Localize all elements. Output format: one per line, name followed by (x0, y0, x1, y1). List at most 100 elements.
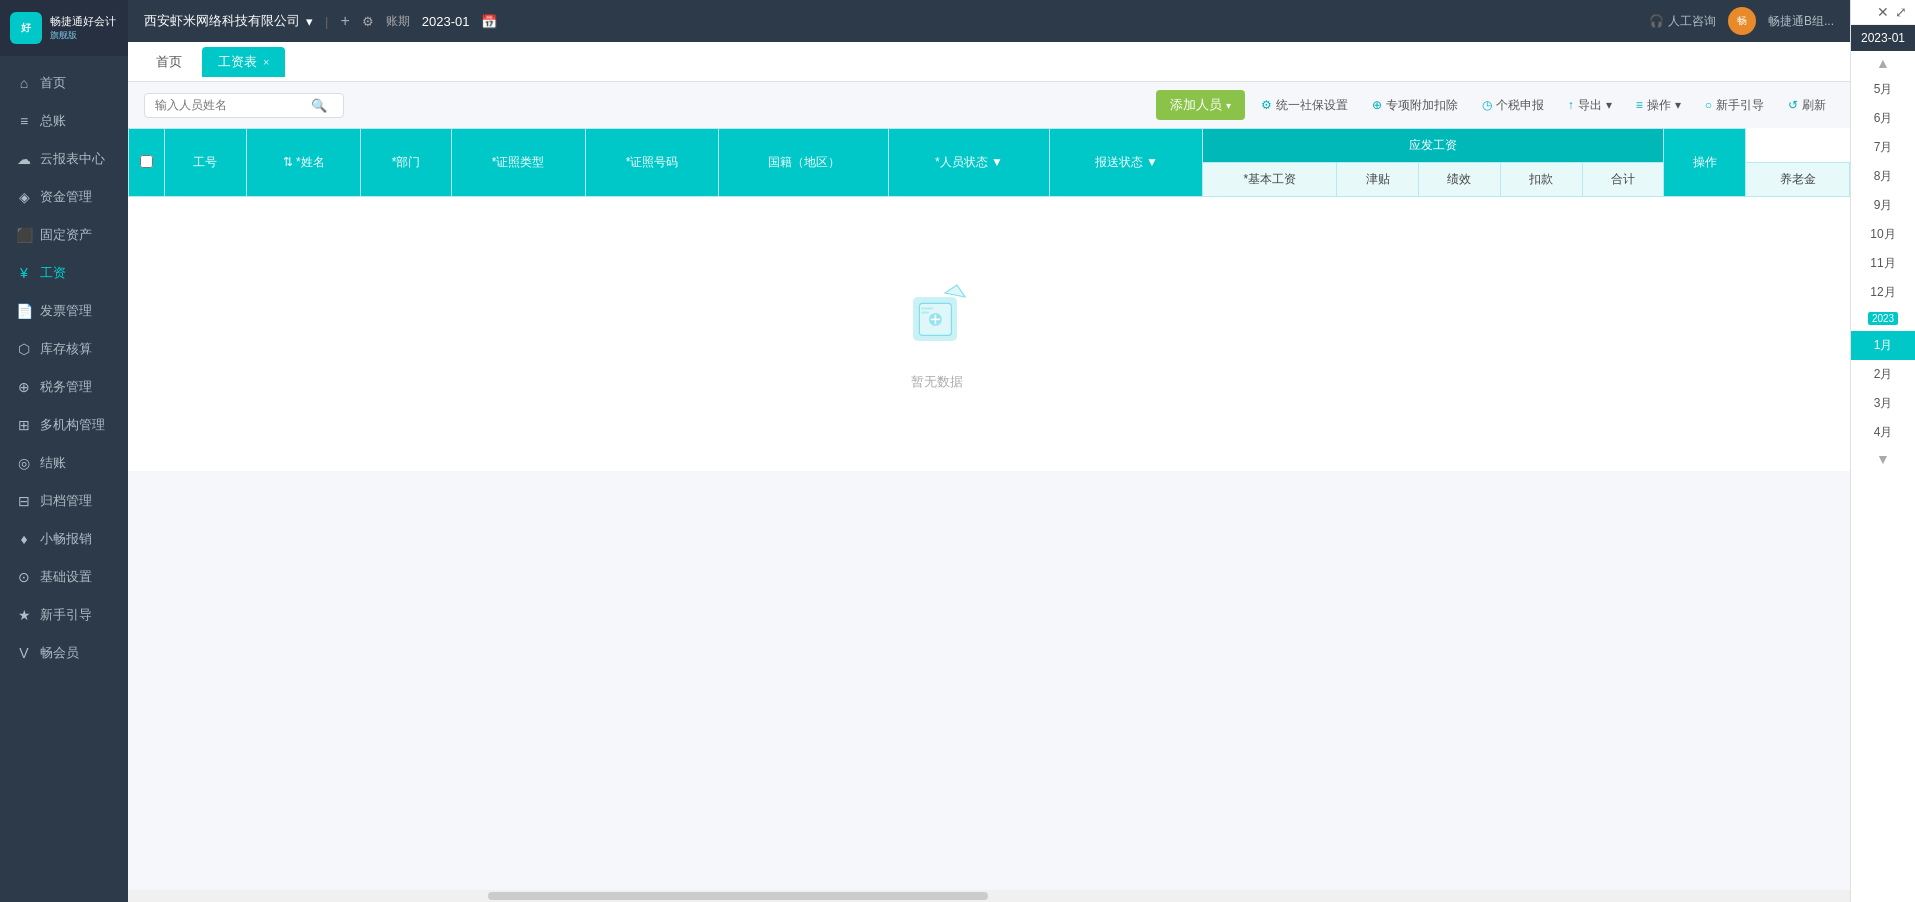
month-item-9[interactable]: 9月 (1851, 191, 1915, 220)
sidebar-item-settings[interactable]: ⊙ 基础设置 (0, 558, 128, 596)
sidebar-item-guide[interactable]: ★ 新手引导 (0, 596, 128, 634)
help-button[interactable]: 🎧 人工咨询 (1649, 13, 1716, 30)
deduction-icon: ⊕ (1372, 98, 1382, 112)
th-checkbox[interactable] (129, 129, 165, 197)
sidebar-item-funds[interactable]: ◈ 资金管理 (0, 178, 128, 216)
member-icon: V (16, 645, 32, 661)
scroll-up-button[interactable]: ▲ (1851, 51, 1915, 75)
company-dropdown-icon[interactable]: ▾ (306, 14, 313, 29)
month-item-5[interactable]: 5月 (1851, 75, 1915, 104)
scrollbar-thumb[interactable] (488, 892, 988, 900)
salary-table: 工号 ⇅ *姓名 *部门 *证照类型 *证照号码 国籍（地区） *人员状态 ▼ … (128, 128, 1850, 471)
search-box[interactable]: 🔍 (144, 93, 344, 118)
operations-button[interactable]: ≡ 操作 ▾ (1628, 93, 1689, 118)
search-input[interactable] (155, 98, 305, 112)
refresh-label: 刷新 (1802, 97, 1826, 114)
month-item-12[interactable]: 12月 (1851, 278, 1915, 307)
sidebar-item-tax[interactable]: ⊕ 税务管理 (0, 368, 128, 406)
sidebar-item-home[interactable]: ⌂ 首页 (0, 64, 128, 102)
month-item-11[interactable]: 11月 (1851, 249, 1915, 278)
scroll-down-button[interactable]: ▼ (1851, 447, 1915, 471)
help-label: 人工咨询 (1668, 13, 1716, 30)
tab-salary[interactable]: 工资表 × (202, 47, 285, 77)
sidebar-item-invoice[interactable]: 📄 发票管理 (0, 292, 128, 330)
ledger-icon: ≡ (16, 113, 32, 129)
social-security-button[interactable]: ⚙ 统一社保设置 (1253, 93, 1356, 118)
app-logo: 好 畅捷通好会计 旗舰版 (0, 0, 128, 56)
sort-icon: ⇅ (283, 155, 293, 169)
sidebar-label-salary: 工资 (40, 264, 66, 282)
sidebar-item-fixed-assets[interactable]: ⬛ 固定资产 (0, 216, 128, 254)
sidebar-item-multi-org[interactable]: ⊞ 多机构管理 (0, 406, 128, 444)
export-arrow: ▾ (1606, 98, 1612, 112)
sidebar-item-member[interactable]: V 畅会员 (0, 634, 128, 672)
personal-tax-button[interactable]: ◷ 个税申报 (1474, 93, 1552, 118)
sidebar-item-archive[interactable]: ⊟ 归档管理 (0, 482, 128, 520)
th-base-salary: *基本工资 (1203, 163, 1337, 197)
checkout-icon: ◎ (16, 455, 32, 471)
sidebar-label-checkout: 结账 (40, 454, 66, 472)
sidebar-item-salary[interactable]: ¥ 工资 (0, 254, 128, 292)
month-item-7[interactable]: 7月 (1851, 133, 1915, 162)
topbar-right: 🎧 人工咨询 畅 畅捷通B组... (1649, 7, 1834, 35)
sidebar-item-ledger[interactable]: ≡ 总账 (0, 102, 128, 140)
special-deduction-button[interactable]: ⊕ 专项附加扣除 (1364, 93, 1466, 118)
select-all-checkbox[interactable] (140, 155, 153, 168)
export-button[interactable]: ↑ 导出 ▾ (1560, 93, 1620, 118)
month-item-8[interactable]: 8月 (1851, 162, 1915, 191)
empty-text: 暂无数据 (911, 373, 963, 391)
guide-button[interactable]: ○ 新手引导 (1697, 93, 1772, 118)
export-icon: ↑ (1568, 98, 1574, 112)
separator: | (325, 14, 328, 29)
month-item-4[interactable]: 4月 (1851, 418, 1915, 447)
calendar-icon[interactable]: 📅 (481, 14, 497, 29)
filter-icon-2[interactable]: ▼ (1146, 155, 1158, 169)
th-nationality: 国籍（地区） (719, 129, 888, 197)
tab-home[interactable]: 首页 (140, 47, 198, 77)
empty-state: 暂无数据 (129, 197, 1746, 471)
company-name: 西安虾米网络科技有限公司 (144, 12, 300, 30)
guide-icon: ★ (16, 607, 32, 623)
company-selector[interactable]: 西安虾米网络科技有限公司 ▾ (144, 12, 313, 30)
tax-icon: ⊕ (16, 379, 32, 395)
sidebar-label-settings: 基础设置 (40, 568, 92, 586)
panel-close-icon[interactable]: ✕ (1877, 4, 1889, 20)
guide-icon: ○ (1705, 98, 1712, 112)
th-performance: 绩效 (1419, 163, 1501, 197)
year-2023-badge: 2023 (1868, 312, 1898, 325)
filter-icon[interactable]: ▼ (991, 155, 1003, 169)
month-item-6[interactable]: 6月 (1851, 104, 1915, 133)
home-icon: ⌂ (16, 75, 32, 91)
ops-icon: ≡ (1636, 98, 1643, 112)
sidebar-item-checkout[interactable]: ◎ 结账 (0, 444, 128, 482)
settings-icon: ⊙ (16, 569, 32, 585)
refresh-button[interactable]: ↺ 刷新 (1780, 93, 1834, 118)
th-allowance: 津贴 (1337, 163, 1419, 197)
svg-marker-7 (945, 285, 965, 297)
sidebar-item-cloud-report[interactable]: ☁ 云报表中心 (0, 140, 128, 178)
month-item-2[interactable]: 2月 (1851, 360, 1915, 389)
month-item-3[interactable]: 3月 (1851, 389, 1915, 418)
month-item-1[interactable]: 1月 (1851, 331, 1915, 360)
svg-rect-6 (921, 311, 929, 313)
sidebar-label-multi-org: 多机构管理 (40, 416, 105, 434)
sidebar-label-archive: 归档管理 (40, 492, 92, 510)
salary-table-container: 工号 ⇅ *姓名 *部门 *证照类型 *证照号码 国籍（地区） *人员状态 ▼ … (128, 128, 1850, 890)
dropdown-arrow-icon: ▾ (1226, 100, 1231, 111)
tab-close-icon[interactable]: × (263, 56, 269, 68)
table-scrollbar[interactable] (128, 890, 1850, 902)
invoice-icon: 📄 (16, 303, 32, 319)
add-company-button[interactable]: + (340, 12, 349, 30)
sidebar-item-inventory[interactable]: ⬡ 库存核算 (0, 330, 128, 368)
panel-expand-icon[interactable]: ⤢ (1895, 4, 1907, 20)
sidebar-item-expense[interactable]: ♦ 小畅报销 (0, 520, 128, 558)
content-area: 🔍 添加人员 ▾ ⚙ 统一社保设置 ⊕ 专项附加扣除 ◷ 个税申报 (128, 82, 1850, 902)
settings-icon[interactable]: ⚙ (362, 14, 374, 29)
add-person-button[interactable]: 添加人员 ▾ (1156, 90, 1245, 120)
month-item-10[interactable]: 10月 (1851, 220, 1915, 249)
sidebar: 好 畅捷通好会计 旗舰版 ⌂ 首页 ≡ 总账 ☁ 云报表中心 ◈ 资金管理 ⬛ … (0, 0, 128, 902)
th-salary-group: 应发工资 (1203, 129, 1664, 163)
sidebar-label-inventory: 库存核算 (40, 340, 92, 358)
ops-arrow: ▾ (1675, 98, 1681, 112)
fixed-assets-icon: ⬛ (16, 227, 32, 243)
